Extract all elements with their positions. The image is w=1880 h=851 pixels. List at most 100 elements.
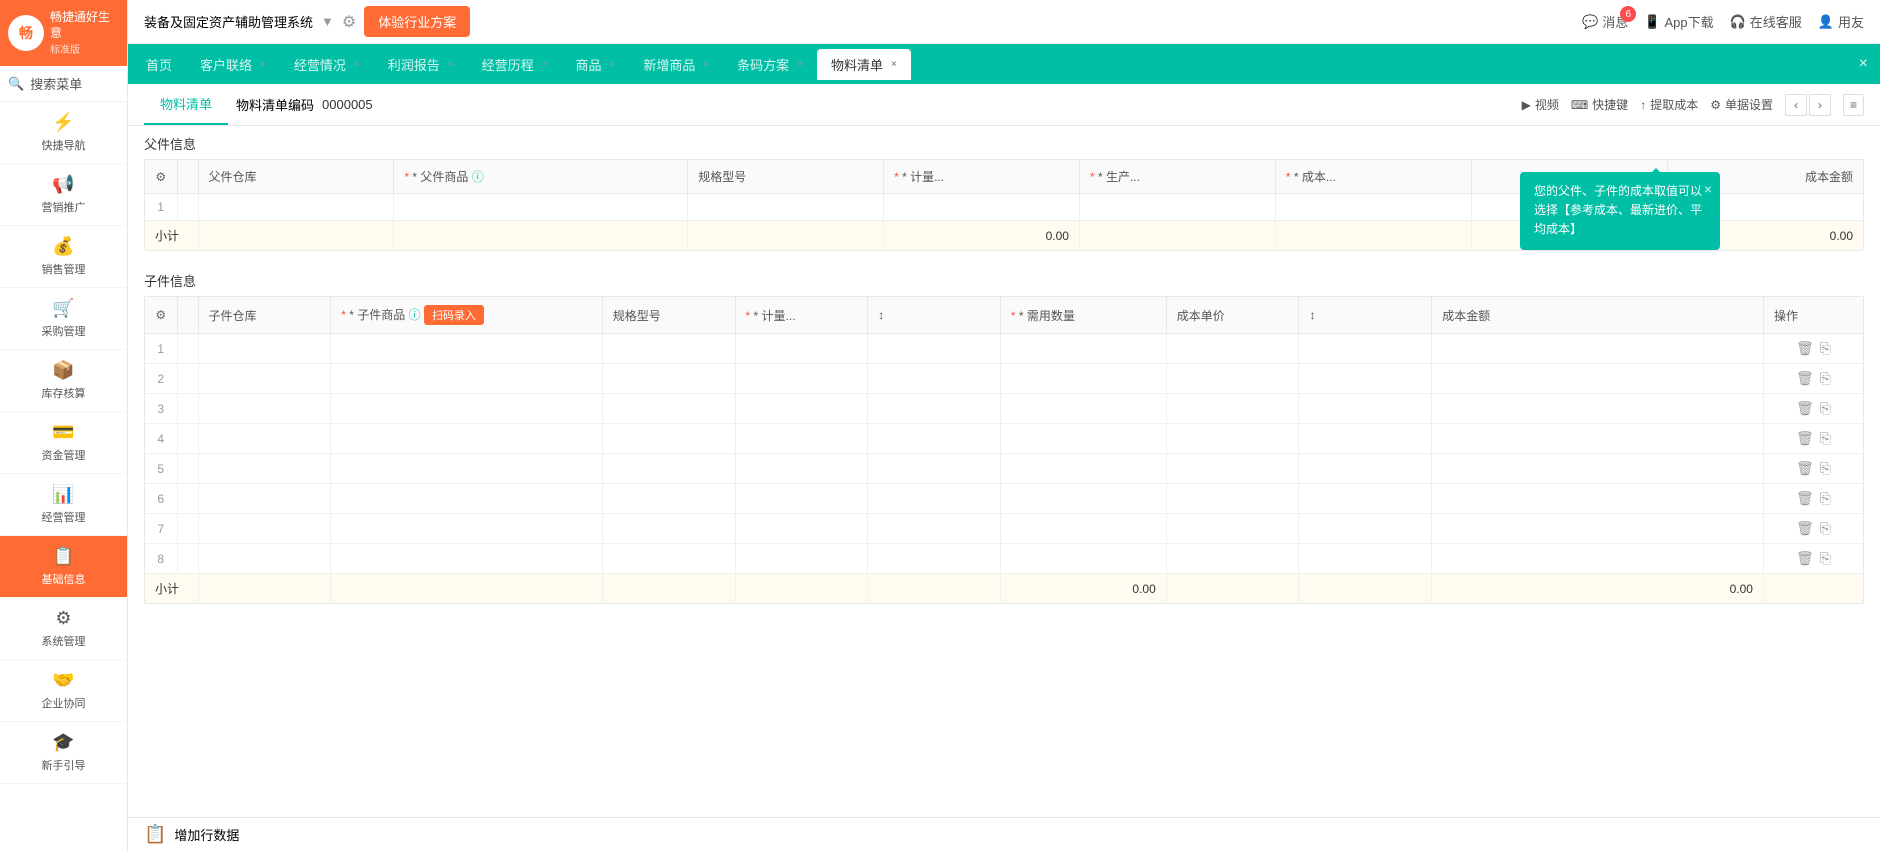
child-row-warehouse[interactable]: [198, 454, 331, 484]
tab-product-close[interactable]: ×: [609, 59, 615, 70]
child-row-need-qty[interactable]: [1000, 334, 1166, 364]
child-row-qty[interactable]: [735, 364, 868, 394]
prev-arrow[interactable]: ‹: [1785, 94, 1807, 116]
child-row-product[interactable]: [331, 364, 603, 394]
child-row-warehouse[interactable]: [198, 514, 331, 544]
search-menu[interactable]: 🔍 搜索菜单: [0, 66, 127, 102]
copy-icon[interactable]: ⎘: [1820, 460, 1831, 477]
child-product-info-icon[interactable]: ⓘ: [409, 308, 421, 322]
topbar-gear-icon[interactable]: ⚙: [342, 12, 356, 32]
delete-icon[interactable]: 🗑: [1796, 370, 1814, 387]
child-row-spec[interactable]: [602, 544, 735, 574]
child-row-warehouse[interactable]: [198, 484, 331, 514]
child-row-spec[interactable]: [602, 484, 735, 514]
delete-icon[interactable]: 🗑: [1796, 430, 1814, 447]
parent-row-product[interactable]: [394, 194, 688, 221]
tab-bom[interactable]: 物料清单 ×: [817, 49, 911, 80]
child-row-spec[interactable]: [602, 364, 735, 394]
copy-icon[interactable]: ⎘: [1820, 400, 1831, 417]
sidebar-item-basic-info[interactable]: 📋 基础信息: [0, 536, 127, 598]
child-row-cost-unit[interactable]: [1166, 364, 1299, 394]
child-row-qty[interactable]: [735, 514, 868, 544]
delete-icon[interactable]: 🗑: [1796, 400, 1814, 417]
child-row-cost-unit[interactable]: [1166, 334, 1299, 364]
user-item[interactable]: 👤 用友: [1818, 12, 1864, 31]
child-row-spec[interactable]: [602, 514, 735, 544]
menu-icon[interactable]: ≡: [1843, 94, 1864, 116]
sidebar-item-inventory[interactable]: 📦 库存核算: [0, 350, 127, 412]
tooltip-close[interactable]: ×: [1704, 178, 1712, 200]
child-row-cost-unit[interactable]: [1166, 394, 1299, 424]
online-service-item[interactable]: 🎧 在线客服: [1730, 12, 1802, 31]
delete-icon[interactable]: 🗑: [1796, 340, 1814, 357]
parent-row-qty[interactable]: [884, 194, 1080, 221]
tab-new-product-close[interactable]: ×: [703, 59, 709, 70]
copy-icon[interactable]: ⎘: [1820, 340, 1831, 357]
child-row-product[interactable]: [331, 334, 603, 364]
shortcut-help[interactable]: ⌨ 快捷键: [1571, 96, 1628, 113]
tab-history-close[interactable]: ×: [542, 59, 548, 70]
child-row-need-qty[interactable]: [1000, 544, 1166, 574]
child-row-qty[interactable]: [735, 484, 868, 514]
child-row-qty[interactable]: [735, 334, 868, 364]
child-row-spec[interactable]: [602, 424, 735, 454]
trial-button[interactable]: 体验行业方案: [364, 6, 470, 37]
child-row-cost-unit[interactable]: [1166, 424, 1299, 454]
child-row-qty[interactable]: [735, 544, 868, 574]
delete-icon[interactable]: 🗑: [1796, 550, 1814, 567]
child-row-need-qty[interactable]: [1000, 394, 1166, 424]
delete-icon[interactable]: 🗑: [1796, 460, 1814, 477]
child-row-qty[interactable]: [735, 454, 868, 484]
sidebar-item-purchase[interactable]: 🛒 采购管理: [0, 288, 127, 350]
sidebar-item-guide[interactable]: 🎓 新手引导: [0, 722, 127, 784]
copy-icon[interactable]: ⎘: [1820, 430, 1831, 447]
child-row-warehouse[interactable]: [198, 334, 331, 364]
child-row-product[interactable]: [331, 424, 603, 454]
child-row-product[interactable]: [331, 454, 603, 484]
child-row-need-qty[interactable]: [1000, 454, 1166, 484]
child-row-cost-unit[interactable]: [1166, 544, 1299, 574]
tab-new-product[interactable]: 新增商品 ×: [629, 49, 723, 80]
extract-cost[interactable]: ↑ 提取成本: [1640, 96, 1698, 113]
tab-history[interactable]: 经营历程 ×: [468, 49, 562, 80]
child-row-qty[interactable]: [735, 394, 868, 424]
sidebar-item-operations[interactable]: 📊 经营管理: [0, 474, 127, 536]
child-row-qty[interactable]: [735, 424, 868, 454]
child-row-warehouse[interactable]: [198, 394, 331, 424]
tab-barcode-close[interactable]: ×: [797, 59, 803, 70]
sidebar-item-system[interactable]: ⚙ 系统管理: [0, 598, 127, 660]
child-row-need-qty[interactable]: [1000, 424, 1166, 454]
child-row-warehouse[interactable]: [198, 544, 331, 574]
child-row-spec[interactable]: [602, 334, 735, 364]
close-all-tabs[interactable]: ×: [1851, 55, 1876, 73]
tab-ops-close[interactable]: ×: [354, 59, 360, 70]
child-row-warehouse[interactable]: [198, 364, 331, 394]
child-row-need-qty[interactable]: [1000, 484, 1166, 514]
topbar-dropdown-arrow[interactable]: ▼: [321, 14, 334, 29]
child-row-warehouse[interactable]: [198, 424, 331, 454]
tab-product[interactable]: 商品 ×: [561, 49, 629, 80]
delete-icon[interactable]: 🗑: [1796, 520, 1814, 537]
tab-barcode[interactable]: 条码方案 ×: [723, 49, 817, 80]
parent-row-warehouse[interactable]: [198, 194, 394, 221]
child-row-spec[interactable]: [602, 394, 735, 424]
sub-tab-bom-list[interactable]: 物料清单: [144, 84, 228, 125]
tab-customer[interactable]: 客户联络 ×: [186, 49, 280, 80]
sidebar-item-finance[interactable]: 💳 资金管理: [0, 412, 127, 474]
child-row-cost-unit[interactable]: [1166, 484, 1299, 514]
child-row-cost-unit[interactable]: [1166, 514, 1299, 544]
delete-icon[interactable]: 🗑: [1796, 490, 1814, 507]
child-row-cost-unit[interactable]: [1166, 454, 1299, 484]
single-settings[interactable]: ⚙ 单据设置: [1710, 96, 1773, 113]
parent-row-spec[interactable]: [688, 194, 884, 221]
parent-row-production[interactable]: [1079, 194, 1275, 221]
tab-bom-close[interactable]: ×: [891, 59, 897, 70]
sidebar-item-quick-nav[interactable]: ⚡ 快捷导航: [0, 102, 127, 164]
sidebar-item-marketing[interactable]: 📢 营销推广: [0, 164, 127, 226]
copy-icon[interactable]: ⎘: [1820, 370, 1831, 387]
child-row-spec[interactable]: [602, 454, 735, 484]
sidebar-item-enterprise[interactable]: 🤝 企业协同: [0, 660, 127, 722]
next-arrow[interactable]: ›: [1809, 94, 1831, 116]
add-row-label[interactable]: 增加行数据: [174, 825, 239, 844]
tab-customer-close[interactable]: ×: [260, 59, 266, 70]
